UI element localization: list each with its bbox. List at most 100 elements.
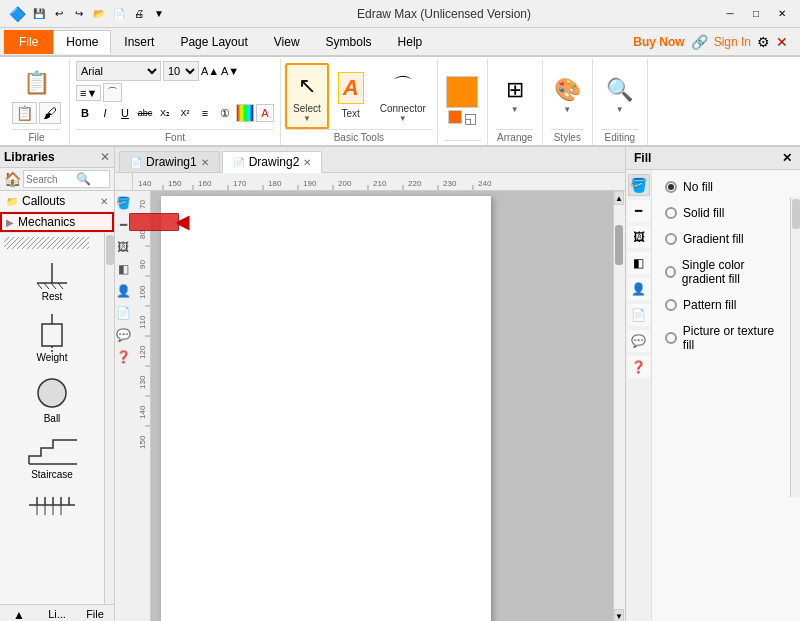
fill-option-no-fill[interactable]: No fill [660,176,792,198]
side-help-icon[interactable]: ❓ [115,347,131,367]
library-item-callouts[interactable]: 📁 Callouts ✕ [0,191,114,212]
drawing1-close[interactable]: ✕ [201,157,209,168]
side-chat-icon[interactable]: 💬 [115,325,131,345]
shape-item-weight[interactable]: Weight [4,309,100,366]
redo-btn[interactable]: ↪ [70,5,88,23]
drawing2-close[interactable]: ✕ [303,157,311,168]
dropdown-btn[interactable]: ▼ [150,5,168,23]
document-tabs: 📄 Drawing1 ✕ 📄 Drawing2 ✕ [115,147,625,173]
undo-btn[interactable]: ↩ [50,5,68,23]
connector-btn[interactable]: ⌒ Connector ▼ [373,63,433,128]
tab-help[interactable]: Help [385,30,436,54]
tab-page-layout[interactable]: Page Layout [167,30,260,54]
color-grid-btn[interactable] [236,104,254,122]
lib-nav1-btn[interactable]: Li... [38,605,76,621]
gear-icon[interactable]: ⚙ [757,34,770,50]
print-btn[interactable]: 🖨 [130,5,148,23]
list-btn[interactable]: ≡ [196,104,214,122]
shape-item-staircase[interactable]: Staircase [4,431,100,483]
fill-side-icons: 🪣 ━ 🖼 ◧ 👤 📄 💬 ❓ [626,170,652,621]
tab-file[interactable]: File [4,30,53,54]
bold-btn[interactable]: B [76,104,94,122]
tab-insert[interactable]: Insert [111,30,167,54]
fill-option-texture-label: Picture or texture fill [683,324,787,352]
clipboard-btn[interactable]: 📋 [19,66,54,100]
tab-home[interactable]: Home [53,30,111,54]
arrange-icon: ⊞ [506,77,524,103]
canvas-vscroll[interactable]: ▲ ▼ [613,191,625,621]
canvas-scroll-area[interactable]: ▲ ▼ ◀ ▶ [151,191,625,621]
fill-option-solid[interactable]: Solid fill [660,202,792,224]
text-curve-btn[interactable]: ⌒ [103,83,122,102]
side-fill-icon[interactable]: 🪣 [115,193,131,213]
increase-font-btn[interactable]: A▲ [201,62,219,80]
font-size-select[interactable]: 10 [163,61,199,81]
canvas-area: 📄 Drawing1 ✕ 📄 Drawing2 ✕ 140 150 [115,147,625,621]
title-left: 🔷 💾 ↩ ↪ 📂 📄 🖨 ▼ [8,5,168,23]
new-btn[interactable]: 📄 [110,5,128,23]
lib-up-btn[interactable]: ▲ [0,605,38,621]
minimize-button[interactable]: ─ [720,7,740,21]
side-person-icon[interactable]: 👤 [115,281,131,301]
shape-item-extra[interactable] [4,487,100,523]
libraries-close-btn[interactable]: ✕ [100,150,110,164]
doc-tab-drawing1[interactable]: 📄 Drawing1 ✕ [119,151,220,172]
side-page-icon[interactable]: 📄 [115,303,131,323]
fill-panel-vscroll[interactable] [790,197,800,497]
lib-v-scrollbar[interactable] [104,233,114,604]
fill-shadow2-icon[interactable]: ◧ [628,252,650,274]
fill-page2-icon[interactable]: 📄 [628,304,650,326]
fill-option-single-gradient[interactable]: Single color gradient fill [660,254,792,290]
lib-nav2-btn[interactable]: File Re... [76,605,114,621]
text-btn[interactable]: A Text [331,63,371,125]
fill-option-gradient[interactable]: Gradient fill [660,228,792,250]
side-shadow-icon[interactable]: ◧ [115,259,131,279]
search-icon[interactable]: 🔍 [76,172,91,186]
weight-icon [32,312,72,352]
paste-special-btn[interactable]: 📋 [12,102,37,124]
sign-in-btn[interactable]: Sign In [714,35,751,49]
callouts-close-btn[interactable]: ✕ [100,196,108,207]
svg-line-7 [58,283,63,289]
fill-option-texture[interactable]: Picture or texture fill [660,320,792,356]
fill-help2-icon[interactable]: ❓ [628,356,650,378]
font-color-btn[interactable]: A [256,104,274,122]
close-button[interactable]: ✕ [772,7,792,21]
fill-img-icon[interactable]: 🖼 [628,226,650,248]
close-x-icon[interactable]: ✕ [776,34,788,50]
shape-item-ball[interactable]: Ball [4,370,100,427]
align-dropdown-btn[interactable]: ≡▼ [76,85,101,101]
tab-symbols[interactable]: Symbols [313,30,385,54]
line-color-btn[interactable] [448,110,462,124]
save-btn[interactable]: 💾 [30,5,48,23]
fill-close-btn[interactable]: ✕ [782,151,792,165]
doc-tab-drawing2[interactable]: 📄 Drawing2 ✕ [222,151,323,173]
fill-person2-icon[interactable]: 👤 [628,278,650,300]
fill-bucket-icon[interactable]: 🪣 [628,174,650,196]
fill-line-icon[interactable]: ━ [628,200,650,222]
strikethrough-btn[interactable]: abc [136,104,154,122]
italic-btn[interactable]: I [96,104,114,122]
subscript-btn[interactable]: X₂ [156,104,174,122]
side-image-icon[interactable]: 🖼 [115,237,131,257]
shadow-btn[interactable]: ◱ [464,110,477,126]
font-family-select[interactable]: Arial [76,61,161,81]
numbered-list-btn[interactable]: ① [216,104,234,122]
maximize-button[interactable]: □ [746,7,766,21]
share-icon[interactable]: 🔗 [691,34,708,50]
decrease-font-btn[interactable]: A▼ [221,62,239,80]
select-btn[interactable]: ↖ Select ▼ [285,63,329,129]
tab-view[interactable]: View [261,30,313,54]
fill-option-pattern[interactable]: Pattern fill [660,294,792,316]
shape-item-rest[interactable]: Rest [4,258,100,305]
format-painter-btn[interactable]: 🖌 [39,102,61,124]
open-btn[interactable]: 📂 [90,5,108,23]
library-search-input[interactable] [23,170,110,188]
fill-color-btn[interactable] [446,76,478,108]
buy-now-btn[interactable]: Buy Now [633,35,684,49]
superscript-btn[interactable]: X² [176,104,194,122]
home-icon[interactable]: 🏠 [4,171,21,187]
fill-chat2-icon[interactable]: 💬 [628,330,650,352]
library-item-mechanics[interactable]: ▶ Mechanics ◀ [0,212,114,233]
underline-btn[interactable]: U [116,104,134,122]
